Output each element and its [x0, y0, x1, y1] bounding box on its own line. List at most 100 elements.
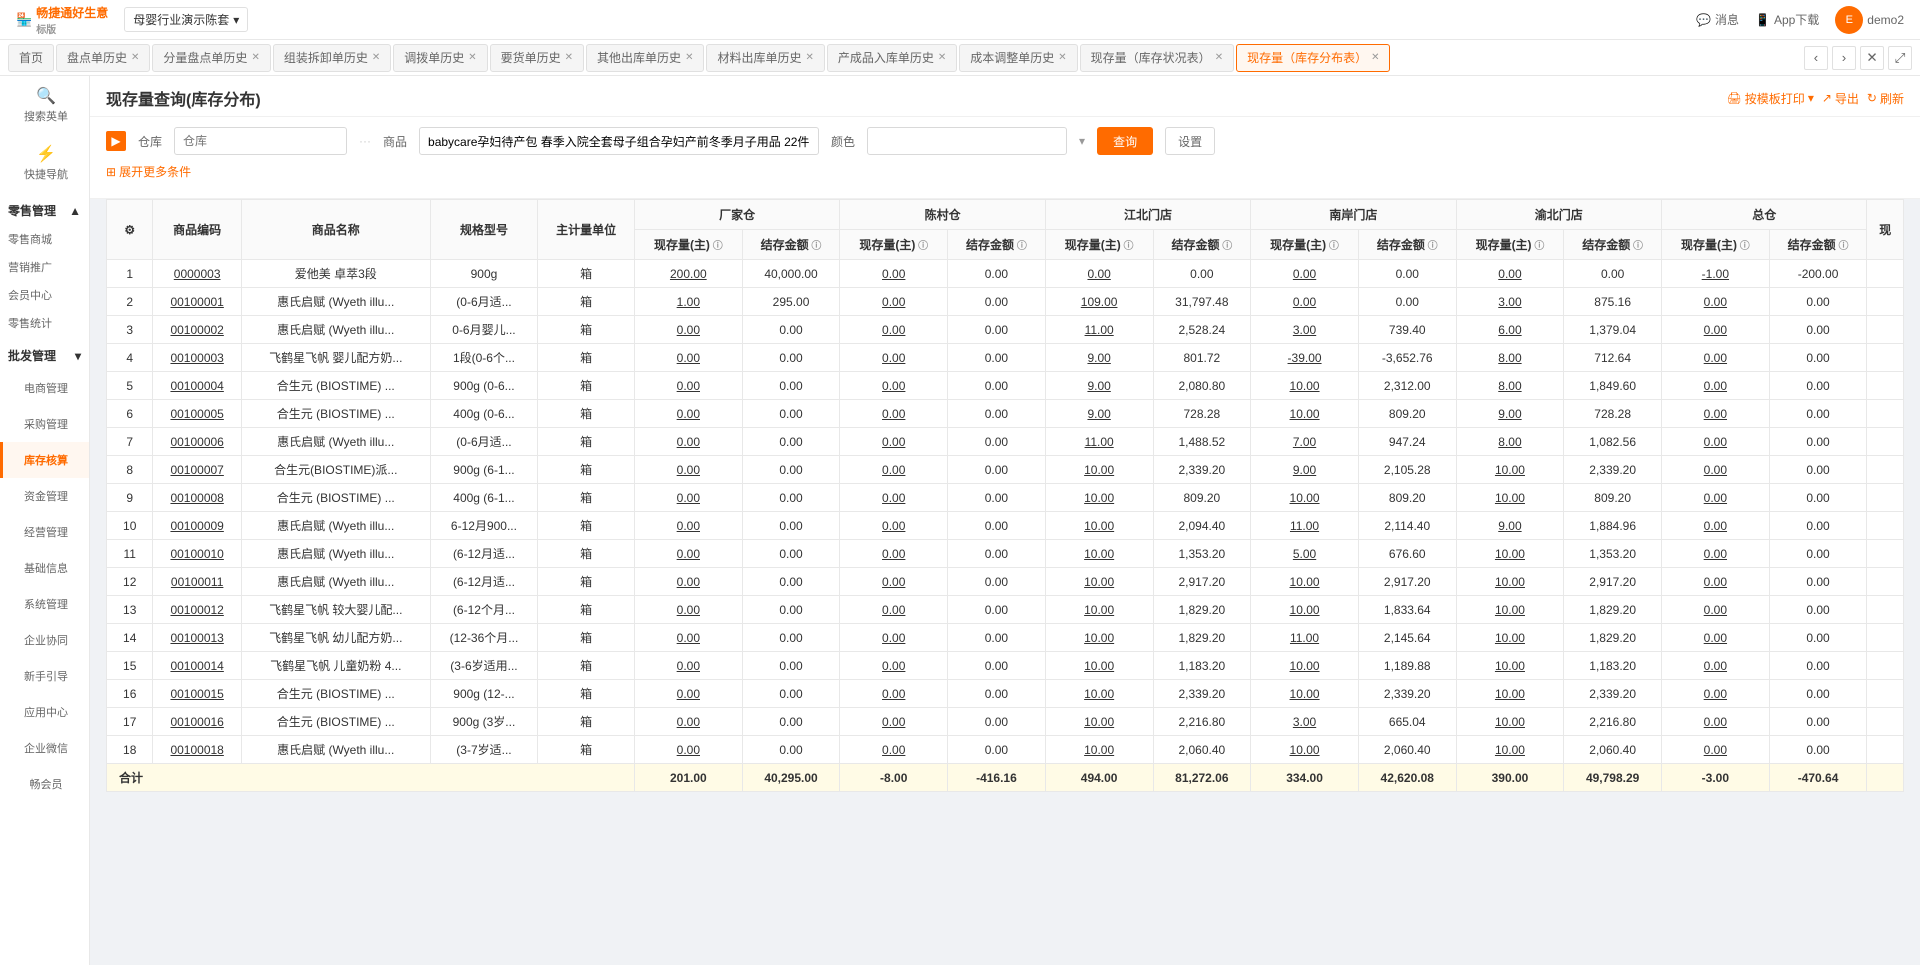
tab-close-all-btn[interactable]: ✕	[1860, 46, 1884, 70]
sidebar-member[interactable]: 畅会员	[0, 766, 89, 802]
total-cur-link[interactable]: 0.00	[1704, 519, 1727, 533]
factory-cur-link[interactable]: 0.00	[677, 743, 700, 757]
tab-5[interactable]: 要货单历史 ✕	[490, 44, 584, 72]
nanan-cur-link[interactable]: 3.00	[1293, 323, 1316, 337]
yuzbei-cur-link[interactable]: 10.00	[1495, 603, 1525, 617]
jiangbei-cur-link[interactable]: 10.00	[1084, 687, 1114, 701]
code-link[interactable]: 00100009	[170, 519, 223, 533]
sidebar-member-center[interactable]: 会员中心	[0, 281, 89, 309]
tab-8[interactable]: 产成品入库单历史 ✕	[827, 44, 957, 72]
nanan-cur-link[interactable]: 10.00	[1290, 379, 1320, 393]
tab-prev-btn[interactable]: ‹	[1804, 46, 1828, 70]
code-link[interactable]: 00100001	[170, 295, 223, 309]
tab-1-close[interactable]: ✕	[131, 52, 139, 63]
tab-1[interactable]: 盘点单历史 ✕	[56, 44, 150, 72]
jiangbei-cur-link[interactable]: 10.00	[1084, 519, 1114, 533]
total-cur-link[interactable]: 0.00	[1704, 603, 1727, 617]
factory-cur-link[interactable]: 0.00	[677, 435, 700, 449]
jiangbei-cur-link[interactable]: 10.00	[1084, 575, 1114, 589]
chenmu-cur-link[interactable]: 0.00	[882, 463, 905, 477]
total-cur-link[interactable]: 0.00	[1704, 435, 1727, 449]
table-container[interactable]: ⚙ 商品编码 商品名称 规格型号 主计量单位 厂家仓 陈村仓 江北门店 南岸门店…	[90, 199, 1920, 965]
chenmu-cur-link[interactable]: 0.00	[882, 659, 905, 673]
code-link[interactable]: 00100011	[171, 575, 224, 589]
nanan-cur-link[interactable]: 5.00	[1293, 547, 1316, 561]
code-link[interactable]: 00100008	[170, 491, 223, 505]
yuzbei-cur-link[interactable]: 10.00	[1495, 463, 1525, 477]
tab-8-close[interactable]: ✕	[938, 52, 946, 63]
tab-home[interactable]: 首页	[8, 44, 54, 72]
jiangbei-cur-link[interactable]: 10.00	[1084, 659, 1114, 673]
factory-cur-link[interactable]: 0.00	[677, 603, 700, 617]
code-link[interactable]: 00100014	[170, 659, 223, 673]
tab-4[interactable]: 调拨单历史 ✕	[393, 44, 487, 72]
jiangbei-cur-link[interactable]: 109.00	[1081, 295, 1118, 309]
industry-dropdown[interactable]: 母婴行业演示陈套 ▾	[124, 7, 248, 32]
tab-expand-btn[interactable]: ⤢	[1888, 46, 1912, 70]
jiangbei-cur-link[interactable]: 10.00	[1084, 715, 1114, 729]
jiangbei-cur-link[interactable]: 9.00	[1087, 407, 1110, 421]
chenmu-cur-link[interactable]: 0.00	[882, 295, 905, 309]
nanan-cur-link[interactable]: 10.00	[1290, 687, 1320, 701]
tab-3-close[interactable]: ✕	[372, 52, 380, 63]
chenmu-cur-link[interactable]: 0.00	[882, 519, 905, 533]
jiangbei-cur-link[interactable]: 9.00	[1087, 379, 1110, 393]
code-link[interactable]: 00100012	[170, 603, 223, 617]
factory-cur-link[interactable]: 0.00	[677, 519, 700, 533]
tab-4-close[interactable]: ✕	[468, 52, 476, 63]
sidebar-system[interactable]: 系统管理	[0, 586, 89, 622]
nanan-cur-link[interactable]: 0.00	[1293, 295, 1316, 309]
tab-5-close[interactable]: ✕	[565, 52, 573, 63]
total-cur-link[interactable]: 0.00	[1704, 631, 1727, 645]
total-cur-link[interactable]: 0.00	[1704, 715, 1727, 729]
total-cur-link[interactable]: 0.00	[1704, 743, 1727, 757]
tab-2-close[interactable]: ✕	[251, 52, 259, 63]
yuzbei-cur-link[interactable]: 10.00	[1495, 631, 1525, 645]
sidebar-item-search[interactable]: 🔍 搜索英单	[0, 76, 89, 134]
sidebar-ecommerce[interactable]: 电商管理	[0, 370, 89, 406]
code-link[interactable]: 00100013	[170, 631, 223, 645]
jiangbei-cur-link[interactable]: 10.00	[1084, 547, 1114, 561]
th-gear[interactable]: ⚙	[107, 200, 153, 260]
nanan-cur-link[interactable]: 0.00	[1293, 267, 1316, 281]
yuzbei-cur-link[interactable]: 8.00	[1498, 379, 1521, 393]
factory-cur-link[interactable]: 0.00	[677, 659, 700, 673]
message-btn[interactable]: 💬 消息	[1696, 11, 1739, 28]
jiangbei-cur-link[interactable]: 11.00	[1085, 323, 1114, 337]
sidebar-guide[interactable]: 新手引导	[0, 658, 89, 694]
tab-9-close[interactable]: ✕	[1058, 52, 1066, 63]
chenmu-cur-link[interactable]: 0.00	[882, 491, 905, 505]
expand-conditions-btn[interactable]: ⊞ 展开更多条件	[106, 163, 191, 180]
chenmu-cur-link[interactable]: 0.00	[882, 351, 905, 365]
yuzbei-cur-link[interactable]: 10.00	[1495, 547, 1525, 561]
tab-11-close[interactable]: ✕	[1371, 52, 1379, 63]
sidebar-retail-group[interactable]: 零售管理 ▲	[0, 192, 89, 225]
chenmu-cur-link[interactable]: 0.00	[882, 407, 905, 421]
total-cur-link[interactable]: -1.00	[1702, 267, 1729, 281]
jiangbei-cur-link[interactable]: 10.00	[1084, 631, 1114, 645]
warehouse-input[interactable]	[174, 127, 347, 155]
sidebar-wechat[interactable]: 企业微信	[0, 730, 89, 766]
jiangbei-cur-link[interactable]: 10.00	[1084, 491, 1114, 505]
code-link[interactable]: 00100003	[170, 351, 223, 365]
yuzbei-cur-link[interactable]: 10.00	[1495, 687, 1525, 701]
nanan-cur-link[interactable]: -39.00	[1288, 351, 1322, 365]
chenmu-cur-link[interactable]: 0.00	[882, 267, 905, 281]
total-cur-link[interactable]: 0.00	[1704, 323, 1727, 337]
sidebar-purchase[interactable]: 采购管理	[0, 406, 89, 442]
factory-cur-link[interactable]: 0.00	[677, 407, 700, 421]
goods-input[interactable]	[419, 127, 819, 155]
yuzbei-cur-link[interactable]: 8.00	[1498, 435, 1521, 449]
chenmu-cur-link[interactable]: 0.00	[882, 323, 905, 337]
code-link[interactable]: 00100015	[170, 687, 223, 701]
total-cur-link[interactable]: 0.00	[1704, 407, 1727, 421]
tab-10[interactable]: 现存量（库存状况表） ✕	[1080, 44, 1234, 72]
code-link[interactable]: 00100002	[170, 323, 223, 337]
factory-cur-link[interactable]: 0.00	[677, 351, 700, 365]
refresh-btn[interactable]: ↻ 刷新	[1867, 90, 1904, 107]
tab-3[interactable]: 组装拆卸单历史 ✕	[273, 44, 391, 72]
jiangbei-cur-link[interactable]: 10.00	[1084, 743, 1114, 757]
sidebar-app-center[interactable]: 应用中心	[0, 694, 89, 730]
yuzbei-cur-link[interactable]: 3.00	[1498, 295, 1521, 309]
factory-cur-link[interactable]: 0.00	[677, 715, 700, 729]
